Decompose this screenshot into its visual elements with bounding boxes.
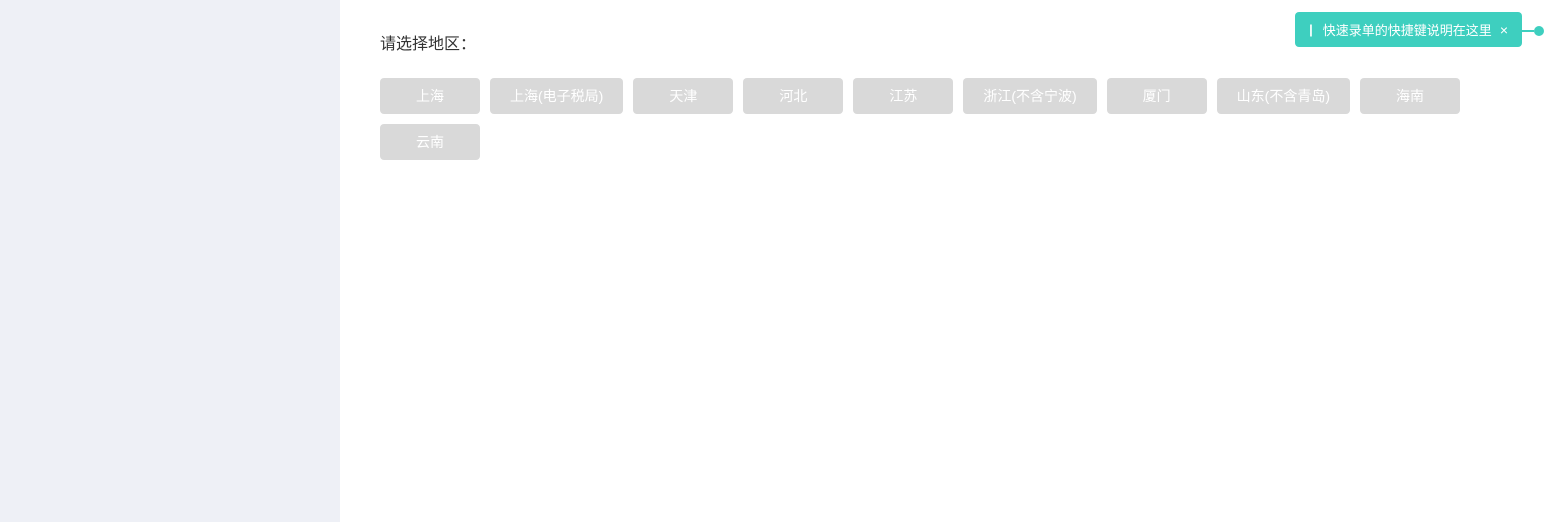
region-button-9[interactable]: 云南 (380, 124, 480, 160)
tooltip-dot (1534, 26, 1544, 36)
region-button-4[interactable]: 江苏 (853, 78, 953, 114)
tooltip-line (1520, 30, 1534, 32)
sidebar (0, 0, 340, 522)
main-content: 请选择地区： 上海上海(电子税局)天津河北江苏浙江(不含宁波)厦门山东(不含青岛… (340, 0, 1562, 522)
region-button-5[interactable]: 浙江(不含宁波) (963, 78, 1096, 114)
region-button-7[interactable]: 山东(不含青岛) (1217, 78, 1350, 114)
region-buttons: 上海上海(电子税局) 天津河北江苏浙江(不含宁波) 厦门山东(不含青岛) 海南云南 (380, 78, 1522, 160)
region-button-8[interactable]: 海南 (1360, 78, 1460, 114)
tooltip-close-button[interactable]: × (1500, 23, 1508, 37)
region-button-3[interactable]: 河北 (743, 78, 843, 114)
region-button-6[interactable]: 厦门 (1107, 78, 1207, 114)
tooltip-banner: 快速录单的快捷键说明在这里 × (1295, 12, 1522, 47)
region-button-2[interactable]: 天津 (633, 78, 733, 114)
region-button-1[interactable]: 上海(电子税局) (490, 78, 623, 114)
region-button-0[interactable]: 上海 (380, 78, 480, 114)
tooltip-text: 快速录单的快捷键说明在这里 (1323, 20, 1492, 39)
